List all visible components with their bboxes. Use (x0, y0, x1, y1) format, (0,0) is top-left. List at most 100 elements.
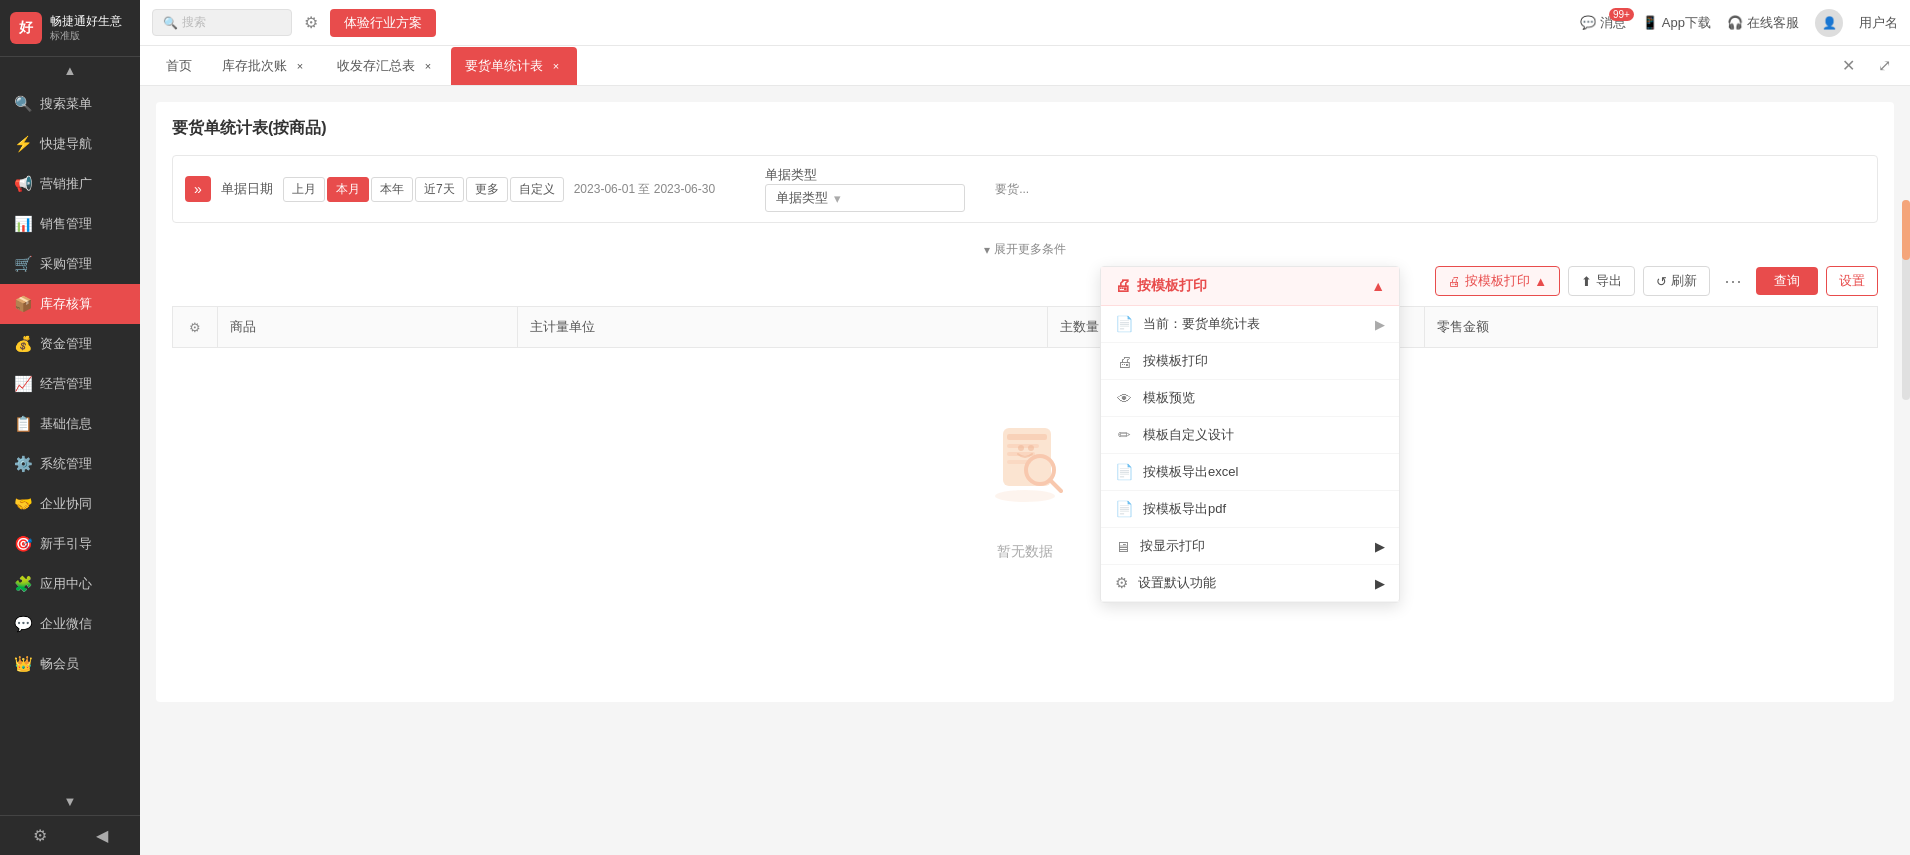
sidebar-item-label: 系统管理 (40, 455, 92, 473)
prev-month-button[interactable]: 上月 (283, 177, 325, 202)
more-button[interactable]: 更多 (466, 177, 508, 202)
settings-gear-icon[interactable]: ⚙ (300, 9, 322, 36)
trial-industry-button[interactable]: 体验行业方案 (330, 9, 436, 37)
query-button[interactable]: 查询 (1756, 267, 1818, 295)
current-year-button[interactable]: 本年 (371, 177, 413, 202)
search-placeholder: 搜索 (182, 14, 206, 31)
sidebar-item-marketing[interactable]: 📢 营销推广 (0, 164, 140, 204)
extra-filter-label: 要货... (995, 181, 1029, 198)
tab-home[interactable]: 首页 (152, 47, 206, 85)
type-filter-group: 单据类型 单据类型 ▾ (765, 166, 965, 212)
username-label: 用户名 (1859, 14, 1898, 32)
template-print-item[interactable]: 🖨 按模板打印 (1101, 343, 1399, 380)
sidebar-scroll-down[interactable]: ▼ (0, 788, 140, 815)
current-template-item[interactable]: 📄 当前：要货单统计表 ▶ (1101, 306, 1399, 343)
sidebar-item-collab[interactable]: 🤝 企业协同 (0, 484, 140, 524)
sidebar-item-guide[interactable]: 🎯 新手引导 (0, 524, 140, 564)
custom-button[interactable]: 自定义 (510, 177, 564, 202)
tab-close-all-button[interactable]: ✕ (1834, 52, 1862, 80)
template-export-excel-item[interactable]: 📄 按模板导出excel (1101, 454, 1399, 491)
last7-button[interactable]: 近7天 (415, 177, 464, 202)
export-button[interactable]: ⬆ 导出 (1568, 266, 1635, 296)
tab-order-stats[interactable]: 要货单统计表 × (451, 47, 577, 85)
default-func-label: 设置默认功能 (1138, 574, 1216, 592)
sidebar-item-label: 企业协同 (40, 495, 92, 513)
scrollbar-thumb (1902, 200, 1910, 260)
search-icon-small: 🔍 (163, 16, 178, 30)
sidebar-item-wechat[interactable]: 💬 企业微信 (0, 604, 140, 644)
current-month-button[interactable]: 本月 (327, 177, 369, 202)
print-dropdown-menu: 🖨 按模板打印 ▲ 📄 当前：要货单统计表 ▶ 🖨 (1100, 266, 1400, 603)
table-header-settings[interactable]: ⚙ (173, 307, 218, 348)
expand-more-button[interactable]: ▾ 展开更多条件 (172, 233, 1878, 266)
table-config-icon[interactable]: ⚙ (185, 317, 205, 337)
sidebar-item-member[interactable]: 👑 畅会员 (0, 644, 140, 684)
current-icon: 📄 (1115, 315, 1133, 333)
sidebar-item-finance[interactable]: 💰 资金管理 (0, 324, 140, 364)
service-icon: 🎧 (1727, 15, 1743, 30)
inventory-icon: 📦 (14, 295, 32, 313)
sidebar-item-appstore[interactable]: 🧩 应用中心 (0, 564, 140, 604)
sidebar-bottom: ⚙ ◀ (0, 815, 140, 855)
type-select-placeholder: 单据类型 (776, 189, 828, 207)
sidebar-item-basic[interactable]: 📋 基础信息 (0, 404, 140, 444)
tab-inventory-batch-close[interactable]: × (293, 59, 307, 73)
settings-button[interactable]: 设置 (1826, 266, 1878, 296)
type-select[interactable]: 单据类型 ▾ (765, 184, 965, 212)
search-box[interactable]: 🔍 搜索 (152, 9, 292, 36)
sidebar-item-label: 快捷导航 (40, 135, 92, 153)
sidebar-item-operation[interactable]: 📈 经营管理 (0, 364, 140, 404)
sidebar-item-label: 新手引导 (40, 535, 92, 553)
member-icon: 👑 (14, 655, 32, 673)
tab-receipt-summary[interactable]: 收发存汇总表 × (323, 47, 449, 85)
sidebar-item-sales[interactable]: 📊 销售管理 (0, 204, 140, 244)
default-func-arrow: ▶ (1375, 576, 1385, 591)
svg-line-7 (1050, 480, 1061, 491)
app-download-button[interactable]: 📱 App下载 (1642, 14, 1711, 32)
empty-illustration (975, 408, 1075, 527)
tab-expand-button[interactable]: ⤢ (1870, 52, 1898, 80)
display-print-icon: 🖥 (1115, 538, 1130, 555)
sidebar-item-search[interactable]: 🔍 搜索菜单 (0, 84, 140, 124)
sidebar-scroll-up[interactable]: ▲ (0, 57, 140, 84)
more-options-icon[interactable]: ⋯ (1718, 268, 1748, 294)
export-label: 导出 (1596, 272, 1622, 290)
message-icon: 💬 (1580, 15, 1596, 30)
date-filter-label: 单据日期 (221, 180, 273, 198)
sidebar-item-label: 库存核算 (40, 295, 92, 313)
sidebar-item-quicknav[interactable]: ⚡ 快捷导航 (0, 124, 140, 164)
guide-icon: 🎯 (14, 535, 32, 553)
display-print-item[interactable]: 🖥 按显示打印 ▶ (1101, 528, 1399, 565)
sidebar-item-inventory[interactable]: 📦 库存核算 (0, 284, 140, 324)
refresh-button[interactable]: ↺ 刷新 (1643, 266, 1710, 296)
current-arrow-icon: ▶ (1375, 317, 1385, 332)
default-func-item[interactable]: ⚙ 设置默认功能 ▶ (1101, 565, 1399, 602)
filter-bar: » 单据日期 上月 本月 本年 近7天 更多 自定义 2023-06-01 至 … (172, 155, 1878, 223)
export-icon: ⬆ (1581, 274, 1592, 289)
right-scrollbar[interactable] (1902, 200, 1910, 400)
template-export-pdf-item[interactable]: 📄 按模板导出pdf (1101, 491, 1399, 528)
tab-inventory-batch[interactable]: 库存批次账 × (208, 47, 321, 85)
template-preview-item[interactable]: 👁 模板预览 (1101, 380, 1399, 417)
content-area: 要货单统计表(按商品) » 单据日期 上月 本月 本年 近7天 更多 自定义 2… (140, 86, 1910, 855)
sidebar-settings-icon[interactable]: ⚙ (33, 826, 47, 845)
table-header-amount: 零售金额 (1424, 307, 1877, 348)
template-custom-item[interactable]: ✏ 模板自定义设计 (1101, 417, 1399, 454)
sidebar-collapse-icon[interactable]: ◀ (96, 826, 108, 845)
print-header-icon: 🖨 (1115, 277, 1131, 295)
online-service-button[interactable]: 🎧 在线客服 (1727, 14, 1799, 32)
filter-expand-icon[interactable]: » (185, 176, 211, 202)
tab-order-stats-close[interactable]: × (549, 59, 563, 73)
export-excel-icon: 📄 (1115, 463, 1133, 481)
wechat-icon: 💬 (14, 615, 32, 633)
messages-button[interactable]: 💬 消息 99+ (1580, 14, 1626, 32)
svg-rect-2 (1007, 434, 1047, 440)
tab-receipt-summary-close[interactable]: × (421, 59, 435, 73)
sidebar-item-purchase[interactable]: 🛒 采购管理 (0, 244, 140, 284)
template-print-button[interactable]: 🖨 按模板打印 ▲ (1435, 266, 1560, 296)
dropdown-header[interactable]: 🖨 按模板打印 ▲ (1101, 267, 1399, 306)
user-avatar[interactable]: 👤 (1815, 9, 1843, 37)
sidebar-item-system[interactable]: ⚙️ 系统管理 (0, 444, 140, 484)
template-print-label: 按模板打印 (1465, 272, 1530, 290)
basic-icon: 📋 (14, 415, 32, 433)
